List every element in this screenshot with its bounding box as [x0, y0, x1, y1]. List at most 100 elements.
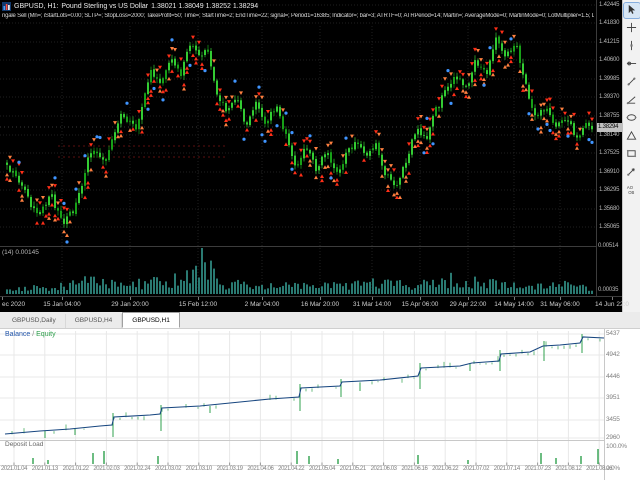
tester-date-label: 2021.03.19 [216, 466, 243, 472]
tool-vertical-line-button[interactable] [624, 39, 640, 54]
time-axis-label: 15 Feb 12:00 [178, 301, 218, 308]
horizontal-line-icon [626, 56, 637, 74]
price-candle-chart[interactable] [0, 0, 596, 296]
tester-date-label: 2021.02.24 [124, 466, 151, 472]
deposit-load-max-label: 100.0% [606, 443, 627, 450]
tool-arrow-line-button[interactable] [624, 165, 640, 180]
mt5-terminal-window: GBPUSD, H1: Pound Sterling vs US Dollar … [0, 0, 640, 480]
time-axis-tick [560, 297, 561, 300]
tab-gbpusd-daily[interactable]: GBPUSD,Daily [3, 314, 66, 328]
tool-horizontal-line-button[interactable] [624, 57, 640, 72]
time-axis-label: 31 May 06:00 [540, 301, 580, 308]
tool-cursor-button[interactable] [622, 2, 640, 20]
current-price-tag: 1.38294 [597, 123, 623, 132]
arrow-line-icon [626, 164, 637, 182]
price-axis-label: 1.37525 [599, 150, 620, 156]
time-axis-tick [262, 297, 263, 300]
tester-date-label: 2021.01.13 [31, 466, 58, 472]
tester-date-label: 2021.04.06 [247, 466, 274, 472]
time-axis-tick [130, 297, 131, 300]
balance-axis-label: 4942 [606, 351, 620, 358]
balance-axis-label: 4446 [606, 373, 620, 380]
vertical-line-icon [626, 38, 637, 56]
time-axis-tick [372, 297, 373, 300]
time-axis-tick [468, 297, 469, 300]
tab-gbpusd-h1[interactable]: GBPUSD,H1 [122, 312, 180, 328]
price-axis-label: 1.40600 [599, 57, 620, 63]
time-axis-label: 15 Jan 04:00 [43, 301, 81, 308]
text-objects-icon: AO OB [626, 182, 637, 200]
chart-title: GBPUSD, H1: Pound Sterling vs US Dollar … [2, 1, 258, 12]
tester-date-label: 2021.03.02 [154, 466, 182, 472]
balance-axis-label: 3455 [606, 416, 620, 423]
tester-report-region[interactable]: Balance / Equity Deposit Load 100.0% 0.0… [0, 329, 640, 480]
tester-date-label: 2021.01.22 [62, 466, 89, 472]
price-axis-label: 1.36910 [599, 169, 620, 175]
ea-parameters-text: ngale Sell (Mn=; iStartLots=0.00; SLTP=;… [2, 13, 594, 19]
tester-date-label: 2021.07.02 [462, 466, 490, 472]
time-axis-tick [2, 297, 3, 300]
volume-axis-min-label: 0.00035 [598, 287, 619, 293]
price-axis-label: 1.41830 [599, 20, 620, 26]
chart-title-ohlc: 1.38021 1.38049 1.38252 1.38294 [151, 3, 259, 10]
triangle-icon [626, 128, 637, 146]
tester-date-label: 2021.08.12 [555, 466, 582, 472]
tool-angle-trendline-button[interactable] [624, 93, 640, 108]
tester-date-label: 2021.05.04 [308, 466, 336, 472]
trendline-icon [626, 74, 637, 92]
price-axis-label: 1.39985 [599, 76, 620, 82]
time-axis-tick [320, 297, 321, 300]
time-axis-tick [514, 297, 515, 300]
price-chart-region[interactable]: GBPUSD, H1: Pound Sterling vs US Dollar … [0, 0, 629, 312]
time-axis-label: 14 May 14:00 [494, 301, 534, 308]
time-axis-label: 14 Jun 22:0 [595, 301, 629, 308]
time-axis-label: 29 Apr 22:00 [449, 301, 487, 308]
tool-crosshair-button[interactable] [624, 21, 640, 36]
tool-ellipse-button[interactable] [624, 111, 640, 126]
time-axis-tick [62, 297, 63, 300]
time-axis-tick [198, 297, 199, 300]
price-axis[interactable]: 1.38294 0.00514 0.00035 1.42445 1.41830 1.… [596, 0, 623, 296]
cursor-icon [626, 2, 637, 20]
price-axis-label: 1.39370 [599, 94, 620, 100]
tester-date-label: 2021.06.22 [432, 466, 459, 472]
legend-equity-label: Equity [36, 331, 56, 338]
tester-date-label: 2021.05.21 [339, 466, 366, 472]
price-axis-label: 1.38755 [599, 113, 620, 119]
tool-rectangle-button[interactable] [624, 147, 640, 162]
tester-date-label: 2021.04.22 [278, 466, 305, 472]
chart-title-description: Pound Sterling vs US Dollar [61, 3, 149, 10]
price-axis-label: 1.35680 [599, 206, 620, 212]
rectangle-icon [626, 146, 637, 164]
balance-equity-graph[interactable] [0, 329, 640, 480]
balance-axis-label: 2960 [606, 434, 620, 441]
tool-triangle-button[interactable] [624, 129, 640, 144]
angle-trendline-icon [626, 92, 637, 110]
indicator-value-label: (14) 0.00145 [2, 249, 39, 256]
tab-gbpusd-h4[interactable]: GBPUSD,H4 [66, 314, 123, 328]
volume-axis-max-label: 0.00514 [598, 243, 619, 249]
tool-trendline-button[interactable] [624, 75, 640, 90]
ellipse-icon [626, 110, 637, 128]
tester-date-label: 2021.06.03 [370, 466, 397, 472]
tester-date-label: 2021.06.16 [401, 466, 428, 472]
price-axis-label: 1.41215 [599, 39, 620, 45]
crosshair-icon [626, 20, 637, 38]
time-axis-label: 2 Mar 04:00 [244, 301, 280, 308]
drawing-toolbar: AO OB [622, 0, 640, 312]
chart-icon [2, 2, 11, 11]
price-axis-label: 1.38140 [599, 132, 620, 138]
price-axis-label: 1.42445 [599, 2, 620, 8]
balance-axis-label: 5437 [606, 330, 620, 337]
svg-text:OB: OB [628, 190, 634, 195]
tester-date-label: 2021.07.23 [524, 466, 551, 472]
balance-axis-label: 3951 [606, 394, 620, 401]
time-axis[interactable]: ec 2020 15 Jan 04:00 29 Jan 20:00 15 Feb 12… [0, 296, 629, 312]
tester-date-label: 2021.03.10 [185, 466, 212, 472]
time-axis-label: ec 2020 [2, 301, 26, 308]
chart-tab-bar: GBPUSD,Daily GBPUSD,H4 GBPUSD,H1 [0, 312, 640, 329]
time-axis-label: 29 Jan 20:00 [111, 301, 149, 308]
tool-text-objects-button[interactable]: AO OB [624, 183, 640, 198]
tester-legend: Balance / Equity [5, 331, 56, 338]
price-axis-label: 1.36295 [599, 187, 620, 193]
